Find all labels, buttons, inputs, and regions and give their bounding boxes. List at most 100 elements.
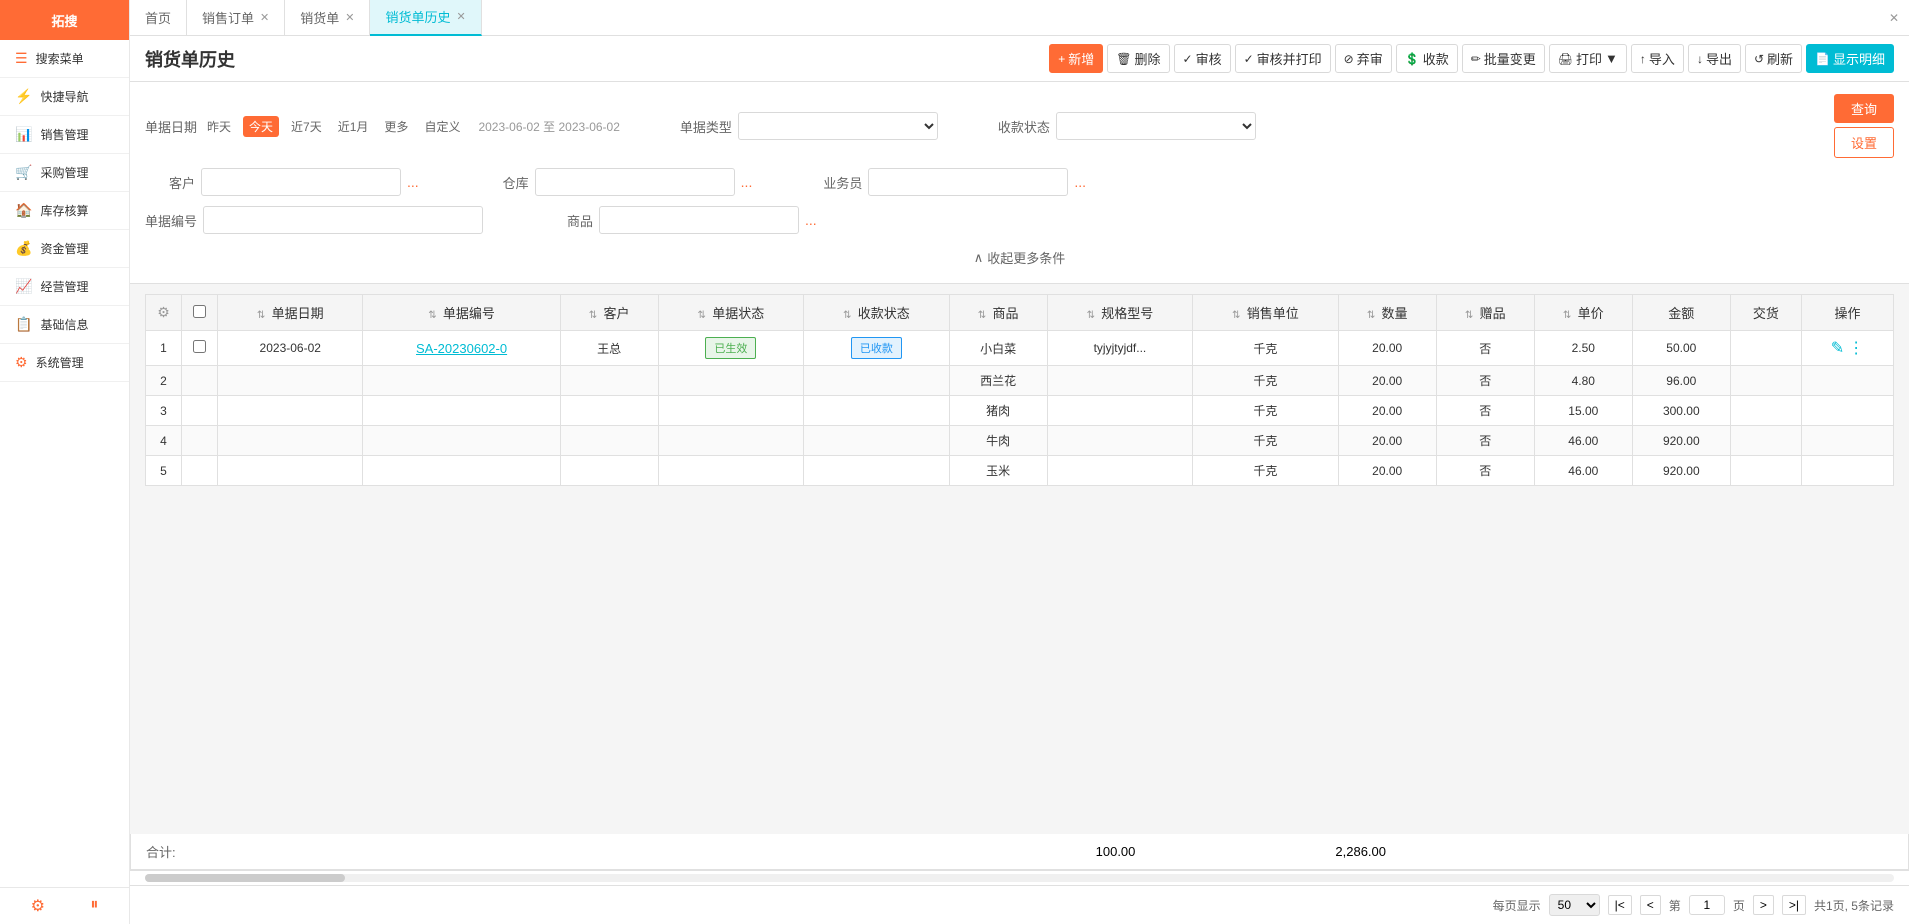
th-amount[interactable]: 金额 — [1632, 295, 1730, 331]
main-area: 首页 销售订单 ✕ 销货单 ✕ 销货单历史 ✕ ✕ 销货单历史 + 新增 — [130, 0, 1909, 924]
tab-sales-history[interactable]: 销货单历史 ✕ — [370, 0, 481, 36]
sidebar-item-quick-nav[interactable]: ⚡ 快捷导航 — [0, 78, 129, 116]
customer-picker-btn[interactable]: ... — [407, 174, 419, 190]
last-page-btn[interactable]: >| — [1782, 895, 1806, 915]
first-page-btn[interactable]: |< — [1608, 895, 1632, 915]
sort-doc-status-icon: ⇅ — [698, 310, 706, 321]
new-button[interactable]: + 新增 — [1049, 44, 1103, 73]
cell-sales-unit-3: 千克 — [1193, 426, 1338, 456]
audit-print-button[interactable]: ✓ 审核并打印 — [1235, 44, 1331, 73]
more-btn[interactable]: ⋮ — [1848, 338, 1864, 358]
purchase-icon: 🛒 — [15, 164, 32, 181]
tab-sales-goods[interactable]: 销货单 ✕ — [285, 0, 370, 36]
delete-button[interactable]: 🗑 删除 — [1107, 44, 1169, 73]
sidebar-item-inventory[interactable]: 🏠 库存核算 — [0, 192, 129, 230]
table-row: 3 猪肉 千克 20.00 否 15.00 300.00 — [146, 396, 1894, 426]
doc-number-link[interactable]: SA-20230602-0 — [416, 341, 507, 356]
audit-button[interactable]: ✓ 审核 — [1174, 44, 1231, 73]
tab-home[interactable]: 首页 — [130, 0, 187, 36]
abandon-button[interactable]: ⊘ 弃审 — [1335, 44, 1392, 73]
row-checkbox-0[interactable] — [193, 340, 206, 353]
th-transaction[interactable]: 交货 — [1730, 295, 1801, 331]
cell-index-2: 3 — [146, 396, 182, 426]
warehouse-picker-btn[interactable]: ... — [741, 174, 753, 190]
page-input[interactable] — [1689, 895, 1725, 915]
more-shortcut[interactable]: 更多 — [380, 116, 412, 137]
cell-payment-status-3 — [804, 426, 949, 456]
th-settings[interactable]: ⚙ — [146, 295, 182, 331]
sort-sales-unit-icon: ⇅ — [1232, 310, 1240, 321]
doc-status-badge: 已生效 — [705, 337, 756, 359]
month-shortcut[interactable]: 近1月 — [334, 116, 373, 137]
sidebar-settings-btn[interactable]: ⚙ — [31, 896, 45, 916]
query-button[interactable]: 查询 — [1834, 94, 1894, 123]
today-shortcut[interactable]: 今天 — [243, 116, 279, 137]
th-sales-unit[interactable]: ⇅ 销售单位 — [1193, 295, 1338, 331]
th-customer[interactable]: ⇅ 客户 — [560, 295, 658, 331]
th-quantity[interactable]: ⇅ 数量 — [1338, 295, 1436, 331]
th-goods[interactable]: ⇅ 商品 — [949, 295, 1047, 331]
sidebar-item-sales[interactable]: 📊 销售管理 — [0, 116, 129, 154]
th-payment-status[interactable]: ⇅ 收款状态 — [804, 295, 949, 331]
cell-gift-3: 否 — [1436, 426, 1534, 456]
goods-picker-btn[interactable]: ... — [805, 212, 817, 228]
th-gift[interactable]: ⇅ 赠品 — [1436, 295, 1534, 331]
sidebar-item-search[interactable]: ☰ 搜索菜单 — [0, 40, 129, 78]
sidebar-collapse-btn[interactable]: ⏸ — [90, 896, 98, 916]
customer-input[interactable] — [201, 168, 401, 196]
cell-payment-status-1 — [804, 366, 949, 396]
export-button[interactable]: ↓ 导出 — [1688, 44, 1741, 73]
salesman-input[interactable] — [868, 168, 1068, 196]
sidebar-item-operations[interactable]: 📈 经营管理 — [0, 268, 129, 306]
print-button[interactable]: 🖨 打印 ▼ — [1549, 44, 1627, 73]
collect-button[interactable]: 💲 收款 — [1396, 44, 1458, 73]
page-size-select[interactable]: 20 50 100 200 — [1549, 894, 1600, 916]
column-settings-icon[interactable]: ⚙ — [157, 304, 170, 320]
toolbar: + 新增 🗑 删除 ✓ 审核 ✓ 审核并打印 ⊘ 弃审 — [1049, 44, 1894, 73]
refresh-button[interactable]: ↺ 刷新 — [1745, 44, 1802, 73]
filter-settings-button[interactable]: 设置 — [1834, 127, 1894, 158]
payment-status-select[interactable] — [1056, 112, 1256, 140]
custom-shortcut[interactable]: 自定义 — [420, 116, 464, 137]
cell-action-2 — [1801, 396, 1893, 426]
goods-input[interactable] — [599, 206, 799, 234]
week-shortcut[interactable]: 近7天 — [287, 116, 326, 137]
collapse-btn[interactable]: ∧ 收起更多条件 — [145, 244, 1894, 271]
prev-page-btn[interactable]: < — [1640, 895, 1661, 915]
cell-action-4 — [1801, 456, 1893, 486]
cell-unit-price-3: 46.00 — [1534, 426, 1632, 456]
th-doc-date[interactable]: ⇅ 单据日期 — [218, 295, 363, 331]
batch-change-button[interactable]: ✏ 批量变更 — [1462, 44, 1545, 73]
th-doc-status[interactable]: ⇅ 单据状态 — [658, 295, 803, 331]
sidebar-item-purchase[interactable]: 🛒 采购管理 — [0, 154, 129, 192]
sidebar-item-finance[interactable]: 💰 资金管理 — [0, 230, 129, 268]
date-filter: 昨天 今天 近7天 近1月 更多 自定义 — [203, 116, 464, 137]
warehouse-input[interactable] — [535, 168, 735, 196]
cell-doc-number-0[interactable]: SA-20230602-0 — [363, 331, 560, 366]
yesterday-shortcut[interactable]: 昨天 — [203, 116, 235, 137]
export-icon: ↓ — [1697, 52, 1703, 66]
sidebar-item-system[interactable]: ⚙ 系统管理 — [0, 344, 129, 382]
sort-spec-icon: ⇅ — [1087, 310, 1095, 321]
th-unit-price[interactable]: ⇅ 单价 — [1534, 295, 1632, 331]
next-page-btn[interactable]: > — [1753, 895, 1774, 915]
cell-doc-date-0: 2023-06-02 — [218, 331, 363, 366]
sidebar-item-basic-info[interactable]: 📋 基础信息 — [0, 306, 129, 344]
import-button[interactable]: ↑ 导入 — [1631, 44, 1684, 73]
tab-sales-order-close[interactable]: ✕ — [260, 11, 269, 24]
salesman-picker-btn[interactable]: ... — [1074, 174, 1086, 190]
close-all-tabs[interactable]: ✕ — [1879, 11, 1909, 25]
date-range: 2023-06-02 至 2023-06-02 — [478, 118, 619, 135]
tab-sales-order[interactable]: 销售订单 ✕ — [187, 0, 285, 36]
doc-number-input[interactable] — [203, 206, 483, 234]
th-spec[interactable]: ⇅ 规格型号 — [1047, 295, 1192, 331]
show-detail-button[interactable]: 📄 显示明细 — [1806, 44, 1894, 73]
tab-sales-history-close[interactable]: ✕ — [457, 10, 466, 23]
select-all-checkbox[interactable] — [193, 305, 206, 318]
scrollbar-thumb[interactable] — [145, 874, 345, 882]
tab-sales-goods-close[interactable]: ✕ — [345, 11, 354, 24]
cell-quantity-1: 20.00 — [1338, 366, 1436, 396]
doc-type-select[interactable] — [738, 112, 938, 140]
edit-btn[interactable]: ✎ — [1831, 338, 1844, 358]
th-doc-number[interactable]: ⇅ 单据编号 — [363, 295, 560, 331]
